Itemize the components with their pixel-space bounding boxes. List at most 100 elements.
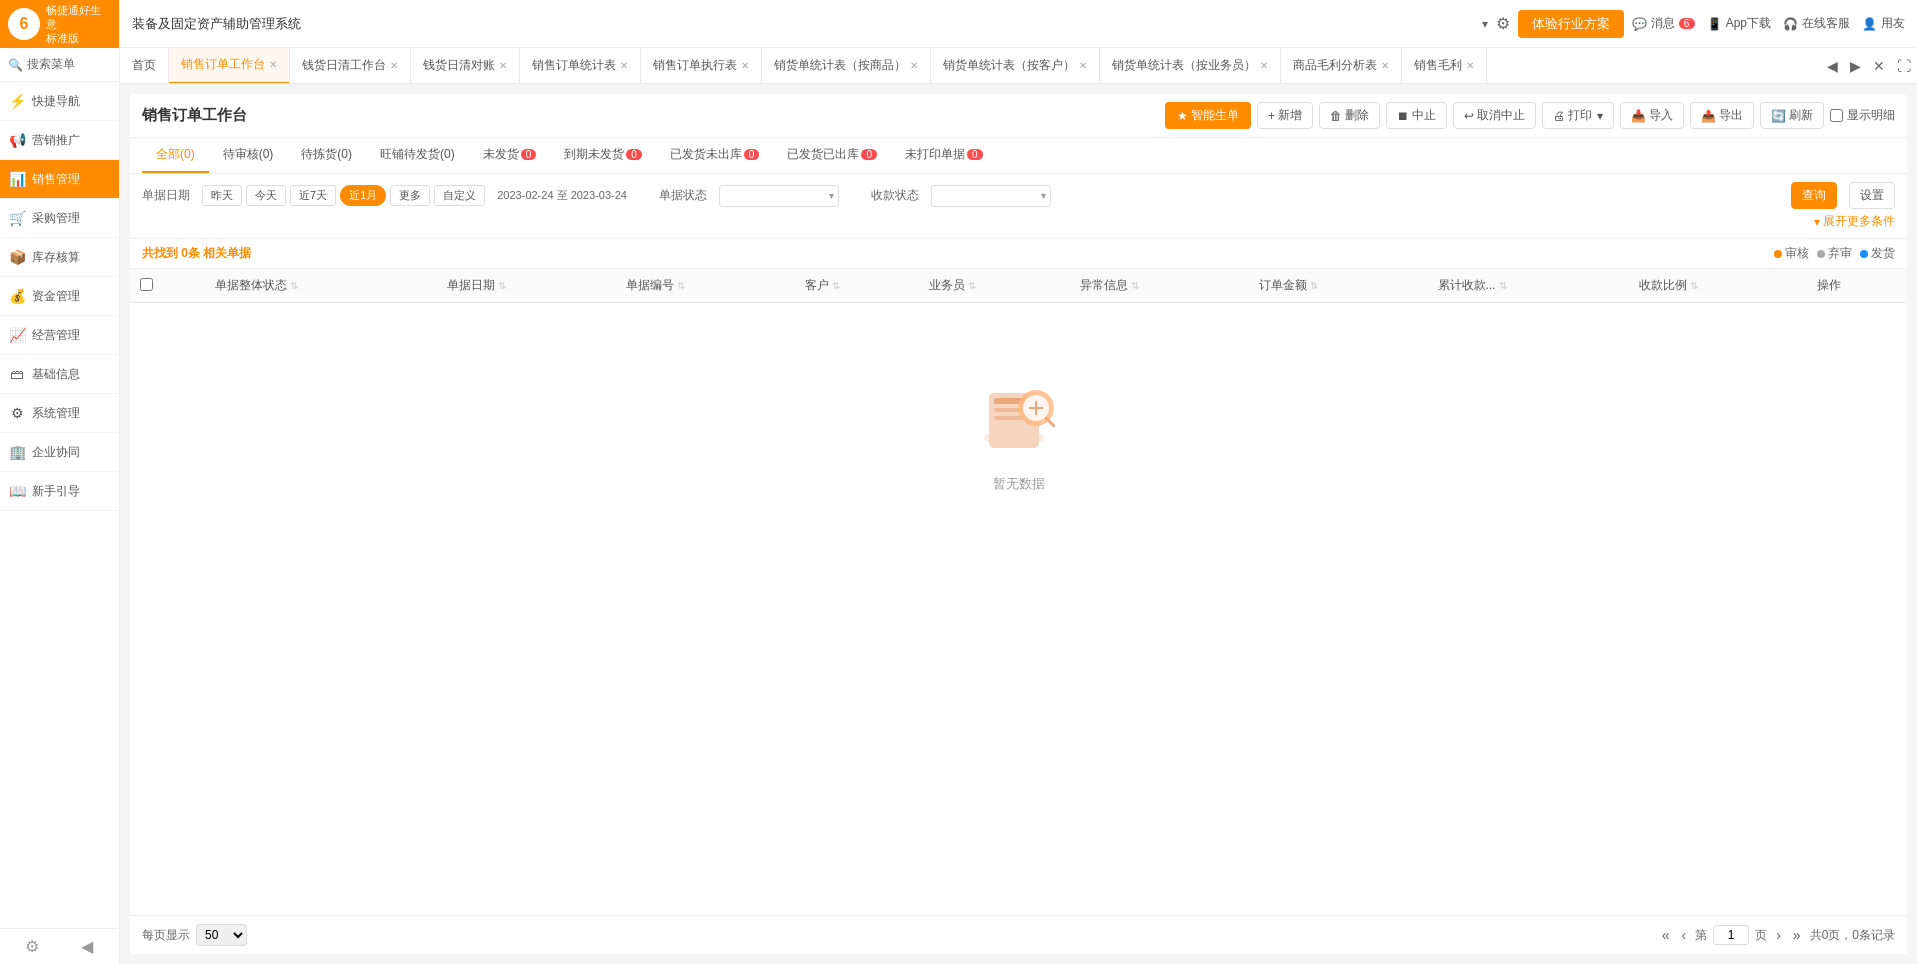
sub-tab-not-printed[interactable]: 未打印单据0 bbox=[891, 138, 997, 173]
sidebar-item-sales[interactable]: 📊销售管理 bbox=[0, 160, 119, 199]
tab-cash-daily[interactable]: 钱货日清工作台✕ bbox=[290, 48, 411, 84]
tab-sales-summary-customer[interactable]: 销货单统计表（按客户）✕ bbox=[931, 48, 1100, 84]
tab-close-all-btn[interactable]: ✕ bbox=[1867, 58, 1891, 74]
solution-btn[interactable]: 体验行业方案 bbox=[1518, 10, 1624, 38]
date-btn-custom[interactable]: 自定义 bbox=[434, 185, 485, 206]
sort-icon-status[interactable]: ⇅ bbox=[290, 280, 298, 291]
sidebar-item-purchase[interactable]: 🛒采购管理 bbox=[0, 199, 119, 238]
sidebar-item-quick-nav[interactable]: ⚡快捷导航 bbox=[0, 82, 119, 121]
sidebar-item-base-info[interactable]: 🗃基础信息 bbox=[0, 355, 119, 394]
sub-tab-pending-inspect[interactable]: 待拣货(0) bbox=[287, 138, 366, 173]
sort-icon-collected[interactable]: ⇅ bbox=[1499, 280, 1507, 291]
cancel-stop-btn[interactable]: ↩ 取消中止 bbox=[1453, 102, 1536, 129]
sub-tab-expired-not-shipped[interactable]: 到期未发货0 bbox=[550, 138, 656, 173]
first-page-btn[interactable]: « bbox=[1659, 927, 1673, 943]
topbar-settings-icon[interactable]: ⚙ bbox=[1496, 14, 1510, 33]
tab-close-sales-summary-customer[interactable]: ✕ bbox=[1079, 60, 1087, 71]
date-btn-today[interactable]: 今天 bbox=[246, 185, 286, 206]
settings-footer-btn[interactable]: ⚙ bbox=[8, 937, 56, 956]
date-btn-yesterday[interactable]: 昨天 bbox=[202, 185, 242, 206]
tab-sales-more[interactable]: 销售毛利✕ bbox=[1402, 48, 1487, 84]
sort-icon-abnormal[interactable]: ⇅ bbox=[1131, 280, 1139, 291]
import-btn[interactable]: 📥 导入 bbox=[1620, 102, 1684, 129]
tab-close-gross-profit[interactable]: ✕ bbox=[1381, 60, 1389, 71]
table-scroll[interactable]: 单据整体状态⇅单据日期⇅单据编号⇅客户⇅业务员⇅异常信息⇅订单金额⇅累计收款..… bbox=[130, 269, 1907, 915]
prev-page-btn[interactable]: ‹ bbox=[1679, 927, 1690, 943]
tab-close-sales-stats[interactable]: ✕ bbox=[620, 60, 628, 71]
col-checkbox bbox=[130, 269, 205, 303]
last-page-btn[interactable]: » bbox=[1790, 927, 1804, 943]
select-all-checkbox[interactable] bbox=[140, 278, 153, 291]
sub-tab-shipped-out[interactable]: 已发货已出库0 bbox=[773, 138, 891, 173]
date-btn-7days[interactable]: 近7天 bbox=[290, 185, 336, 206]
sidebar-item-marketing[interactable]: 📢营销推广 bbox=[0, 121, 119, 160]
tab-close-sales-exec[interactable]: ✕ bbox=[741, 60, 749, 71]
expand-conditions-btn[interactable]: ▾ 展开更多条件 bbox=[1814, 213, 1895, 230]
tab-home[interactable]: 首页 bbox=[120, 48, 169, 84]
sidebar-item-operations[interactable]: 📈经营管理 bbox=[0, 316, 119, 355]
tab-gross-profit[interactable]: 商品毛利分析表✕ bbox=[1281, 48, 1402, 84]
date-btn-more[interactable]: 更多 bbox=[390, 185, 430, 206]
tab-sales-workbench[interactable]: 销售订单工作台✕ bbox=[169, 48, 290, 84]
page-input[interactable] bbox=[1713, 925, 1749, 945]
payment-select[interactable] bbox=[931, 185, 1051, 207]
sort-icon-staff[interactable]: ⇅ bbox=[968, 280, 976, 291]
tab-expand-btn[interactable]: ⛶ bbox=[1891, 58, 1917, 74]
sub-tab-not-shipped[interactable]: 未发货0 bbox=[469, 138, 551, 173]
page-size-select[interactable]: 2050100 bbox=[196, 924, 247, 946]
tab-close-sales-more[interactable]: ✕ bbox=[1466, 60, 1474, 71]
refresh-btn[interactable]: 🔄 刷新 bbox=[1760, 102, 1824, 129]
page-title: 销售订单工作台 bbox=[142, 106, 247, 125]
tab-close-sales-summary-product[interactable]: ✕ bbox=[910, 60, 918, 71]
sort-icon-number[interactable]: ⇅ bbox=[677, 280, 685, 291]
sort-icon-customer[interactable]: ⇅ bbox=[832, 280, 840, 291]
user-btn[interactable]: 👤 用友 bbox=[1862, 15, 1905, 32]
message-btn[interactable]: 💬 消息 6 bbox=[1632, 15, 1695, 32]
show-detail-input[interactable] bbox=[1830, 109, 1843, 122]
tab-close-cash-reconcile[interactable]: ✕ bbox=[499, 60, 507, 71]
stop-btn[interactable]: ⏹ 中止 bbox=[1386, 102, 1447, 129]
download-icon: 📱 bbox=[1707, 17, 1722, 31]
settings-filter-btn[interactable]: 设置 bbox=[1849, 182, 1895, 209]
sort-icon-date[interactable]: ⇅ bbox=[498, 280, 506, 291]
batch-btn-弃审[interactable]: 弃审 bbox=[1817, 245, 1852, 262]
sidebar-item-system[interactable]: ⚙系统管理 bbox=[0, 394, 119, 433]
tab-sales-summary-product[interactable]: 销货单统计表（按商品）✕ bbox=[762, 48, 931, 84]
next-page-btn[interactable]: › bbox=[1773, 927, 1784, 943]
tab-close-cash-daily[interactable]: ✕ bbox=[390, 60, 398, 71]
delete-btn[interactable]: 🗑 删除 bbox=[1319, 102, 1380, 129]
sub-tab-wangpu-pending[interactable]: 旺铺待发货(0) bbox=[366, 138, 469, 173]
sidebar-item-inventory[interactable]: 📦库存核算 bbox=[0, 238, 119, 277]
status-select[interactable] bbox=[719, 185, 839, 207]
sidebar-item-enterprise[interactable]: 🏢企业协同 bbox=[0, 433, 119, 472]
query-btn[interactable]: 查询 bbox=[1791, 182, 1837, 209]
tab-sales-stats[interactable]: 销售订单统计表✕ bbox=[520, 48, 641, 84]
tab-sales-summary-staff[interactable]: 销货单统计表（按业务员）✕ bbox=[1100, 48, 1281, 84]
sort-icon-ratio[interactable]: ⇅ bbox=[1690, 280, 1698, 291]
smart-create-btn[interactable]: ★ 智能生单 bbox=[1165, 102, 1251, 129]
app-download-btn[interactable]: 📱 App下载 bbox=[1707, 15, 1771, 32]
show-detail-checkbox[interactable]: 显示明细 bbox=[1830, 107, 1895, 124]
system-dropdown-icon[interactable]: ▾ bbox=[1482, 17, 1488, 31]
tab-close-sales-summary-staff[interactable]: ✕ bbox=[1260, 60, 1268, 71]
tab-nav-next[interactable]: ▶ bbox=[1844, 58, 1867, 74]
tab-nav-prev[interactable]: ◀ bbox=[1821, 58, 1844, 74]
batch-btn-发货[interactable]: 发货 bbox=[1860, 245, 1895, 262]
date-btn-1month[interactable]: 近1月 bbox=[340, 185, 386, 206]
batch-btn-审核[interactable]: 审核 bbox=[1774, 245, 1809, 262]
print-btn[interactable]: 🖨 打印 bbox=[1542, 102, 1614, 129]
sidebar-item-finance[interactable]: 💰资金管理 bbox=[0, 277, 119, 316]
sort-icon-amount[interactable]: ⇅ bbox=[1310, 280, 1318, 291]
online-service-btn[interactable]: 🎧 在线客服 bbox=[1783, 15, 1850, 32]
add-btn[interactable]: + 新增 bbox=[1257, 102, 1313, 129]
tab-sales-exec[interactable]: 销售订单执行表✕ bbox=[641, 48, 762, 84]
tab-close-sales-workbench[interactable]: ✕ bbox=[269, 59, 277, 70]
sub-tab-all[interactable]: 全部(0) bbox=[142, 138, 209, 173]
sidebar-search[interactable]: 🔍 搜索菜单 bbox=[0, 48, 119, 82]
sub-tab-pending-review[interactable]: 待审核(0) bbox=[209, 138, 288, 173]
tab-cash-reconcile[interactable]: 钱货日清对账✕ bbox=[411, 48, 520, 84]
sub-tab-shipped-not-out[interactable]: 已发货未出库0 bbox=[656, 138, 774, 173]
sidebar-item-guide[interactable]: 📖新手引导 bbox=[0, 472, 119, 511]
collapse-btn[interactable]: ◀ bbox=[64, 937, 112, 956]
export-btn[interactable]: 📤 导出 bbox=[1690, 102, 1754, 129]
